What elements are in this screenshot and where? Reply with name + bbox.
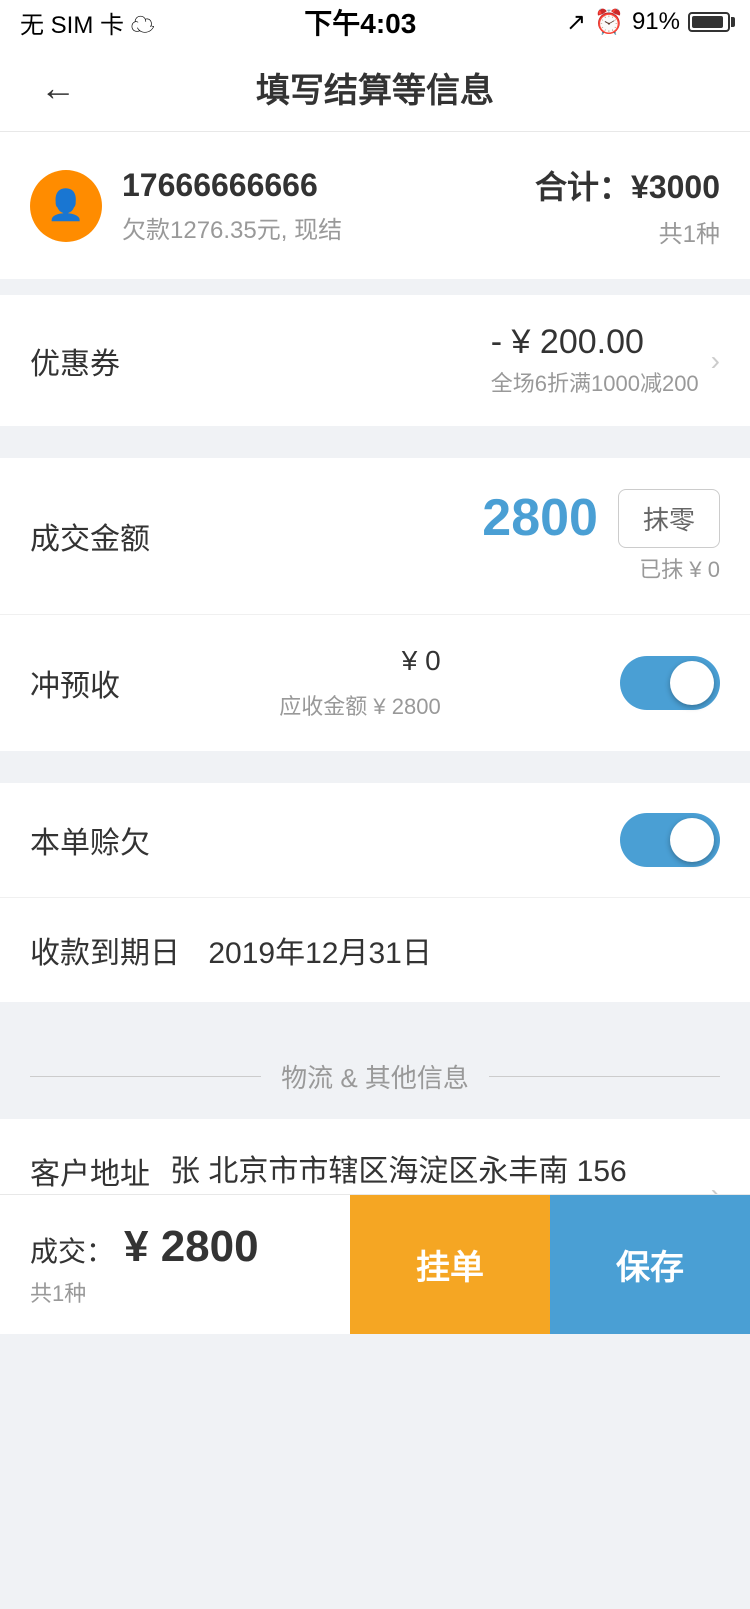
coupon-chevron-icon: ›	[711, 345, 720, 377]
customer-sub: 欠款1276.35元, 现结	[122, 210, 342, 245]
section-divider-2	[0, 767, 750, 783]
customer-card: 👤 17666666666 欠款1276.35元, 现结 合计：¥3000 共1…	[0, 132, 750, 279]
amount-section: 成交金额 2800 抹零 已抹 ¥ 0 冲预收 ¥ 0 应收金额 ¥ 2800	[0, 458, 750, 751]
bottom-price: ¥ 2800	[124, 1222, 259, 1272]
due-date-value: 2019年12月31日	[208, 937, 431, 970]
bottom-bar: 成交： ¥ 2800 共1种 挂单 保存	[0, 1194, 750, 1334]
battery-icon	[688, 12, 730, 32]
status-bar: 无 SIM 卡 ☁ 下午4:03 ↗ ⏰ 91%	[0, 0, 750, 44]
toggle-knob	[670, 661, 714, 705]
bottom-info: 成交： ¥ 2800 共1种	[0, 1222, 350, 1308]
total-count: 共1种	[535, 214, 720, 249]
customer-info: 17666666666 欠款1276.35元, 现结	[122, 167, 342, 245]
amount-row: 成交金额 2800 抹零 已抹 ¥ 0	[0, 458, 750, 614]
status-left: 无 SIM 卡 ☁	[20, 5, 155, 40]
coupon-row[interactable]: 优惠券 - ¥ 200.00 全场6折满1000减200 ›	[0, 295, 750, 426]
prepay-toggle[interactable]	[620, 656, 720, 710]
debit-toggle[interactable]	[620, 813, 720, 867]
customer-left: 👤 17666666666 欠款1276.35元, 现结	[30, 167, 342, 245]
avatar-icon: 👤	[47, 188, 84, 223]
nav-bar: ← 填写结算等信息	[0, 44, 750, 132]
avatar: 👤	[30, 170, 102, 242]
prepay-label: 冲预收	[30, 661, 120, 705]
due-date-row: 收款到期日 2019年12月31日	[0, 897, 750, 1002]
section-divider-1	[0, 442, 750, 458]
logistics-line-right	[489, 1076, 720, 1077]
battery-percent: 91%	[632, 8, 680, 36]
hang-button[interactable]: 挂单	[350, 1195, 550, 1334]
amount-right: 2800 抹零	[482, 488, 720, 548]
debit-label: 本单赊欠	[30, 818, 150, 862]
round-button[interactable]: 抹零	[618, 489, 720, 548]
bottom-count: 共1种	[30, 1276, 320, 1308]
coupon-info: - ¥ 200.00 全场6折满1000减200	[491, 323, 699, 398]
logistics-header: 物流 & 其他信息	[0, 1034, 750, 1119]
prepay-value: ¥ 0	[402, 645, 441, 677]
save-button[interactable]: 保存	[550, 1195, 750, 1334]
main-content: 👤 17666666666 欠款1276.35元, 现结 合计：¥3000 共1…	[0, 132, 750, 1609]
section-divider-3	[0, 1018, 750, 1034]
customer-phone: 17666666666	[122, 167, 342, 204]
bottom-price-row: 成交： ¥ 2800	[30, 1222, 320, 1272]
bottom-label: 成交：	[30, 1230, 114, 1270]
location-icon: ↗	[566, 8, 586, 37]
sim-status: 无 SIM 卡 ☁	[20, 5, 155, 40]
coupon-label: 优惠券	[30, 339, 120, 383]
debit-section: 本单赊欠 收款到期日 2019年12月31日	[0, 783, 750, 1002]
bottom-buttons: 挂单 保存	[350, 1195, 750, 1334]
page-title: 填写结算等信息	[256, 63, 494, 112]
prepay-sub: 应收金额 ¥ 2800	[279, 689, 440, 721]
coupon-right: - ¥ 200.00 全场6折满1000减200 ›	[491, 323, 720, 398]
due-date-label: 收款到期日	[30, 937, 180, 970]
alarm-icon: ⏰	[594, 8, 624, 37]
coupon-desc: 全场6折满1000减200	[491, 366, 699, 398]
status-time: 下午4:03	[304, 2, 416, 42]
amount-sub: 已抹 ¥ 0	[639, 552, 720, 584]
prepay-right: ¥ 0 应收金额 ¥ 2800	[279, 645, 440, 721]
total-label: 合计：	[535, 169, 631, 205]
total-value: ¥3000	[631, 169, 720, 205]
amount-label: 成交金额	[30, 514, 150, 558]
prepay-row: 冲预收 ¥ 0 应收金额 ¥ 2800	[0, 614, 750, 751]
back-button[interactable]: ←	[30, 57, 86, 119]
debit-toggle-knob	[670, 818, 714, 862]
coupon-amount: - ¥ 200.00	[491, 323, 699, 362]
logistics-text: 物流 & 其他信息	[281, 1058, 469, 1095]
logistics-line-left	[30, 1076, 261, 1077]
debit-row: 本单赊欠	[0, 783, 750, 897]
status-right: ↗ ⏰ 91%	[566, 8, 730, 37]
amount-value: 2800	[482, 488, 598, 548]
customer-total: 合计：¥3000 共1种	[535, 162, 720, 249]
total-price: 合计：¥3000	[535, 162, 720, 208]
prepay-label-group: 冲预收	[30, 661, 120, 705]
address-label: 客户地址	[30, 1149, 150, 1193]
